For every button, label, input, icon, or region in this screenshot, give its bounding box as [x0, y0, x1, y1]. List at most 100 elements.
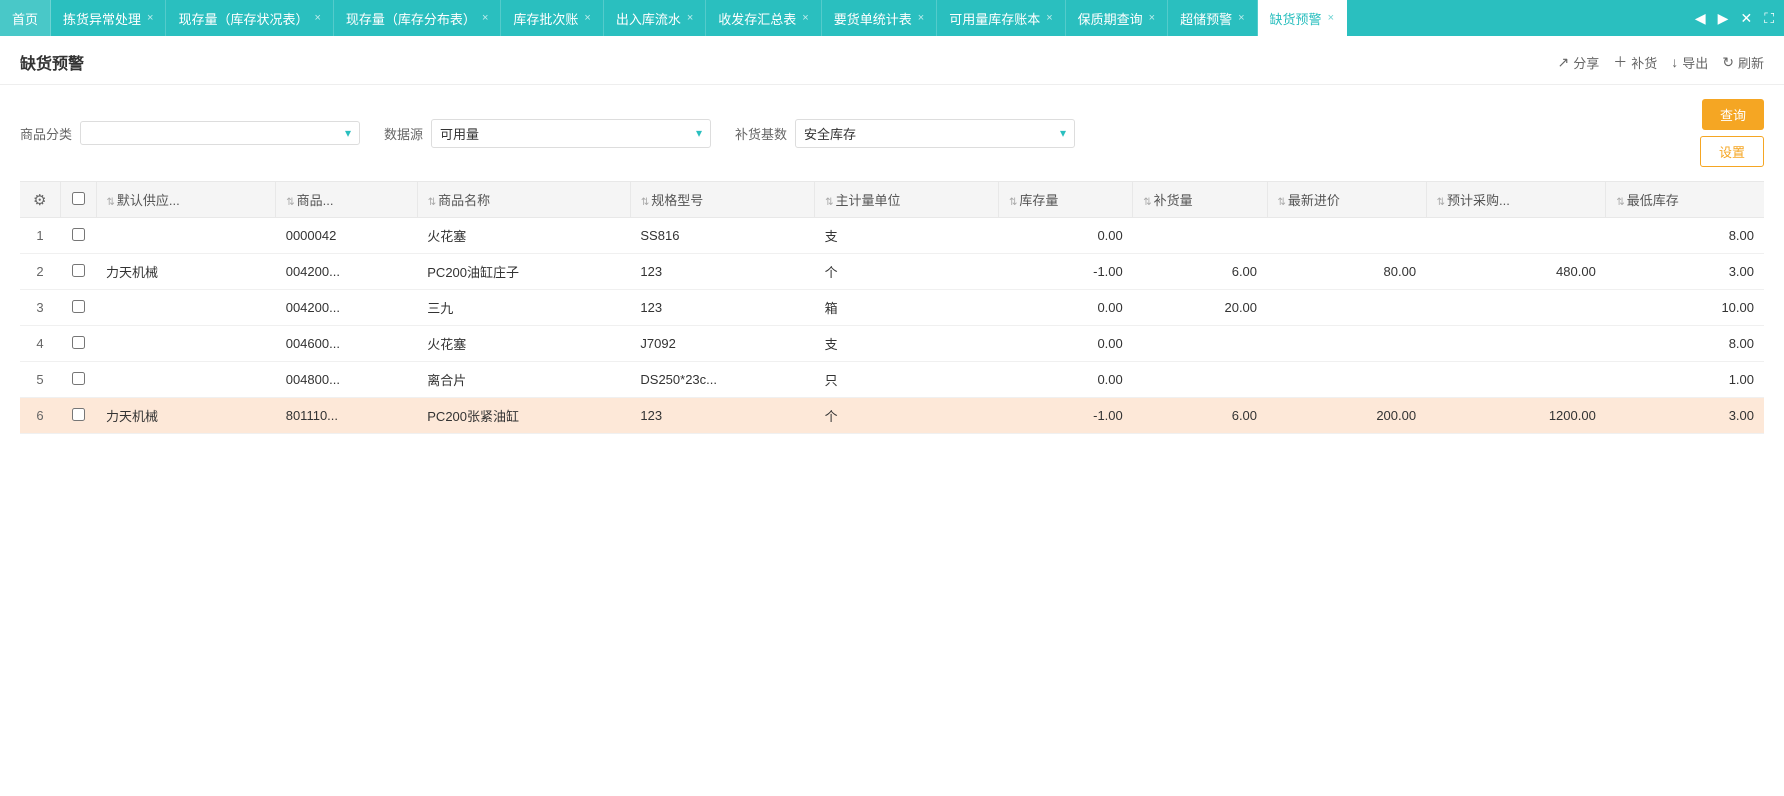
row-supplier-2 — [96, 290, 276, 326]
datasource-select[interactable]: 可用量 ▾ — [431, 119, 711, 148]
row-check-5[interactable] — [60, 398, 96, 434]
nav-tab-close-3[interactable]: × — [482, 12, 488, 24]
row-latest-price-1: 80.00 — [1267, 254, 1426, 290]
nav-tab-11[interactable]: 缺货预警× — [1258, 0, 1347, 36]
row-min-stock-2: 10.00 — [1606, 290, 1764, 326]
nav-tab-close-5[interactable]: × — [687, 12, 693, 24]
restock-select-value: 安全库存 — [804, 124, 856, 143]
query-button[interactable]: 查询 — [1702, 99, 1764, 130]
nav-tab-label-2: 现存量（库存状况表） — [178, 9, 308, 28]
refresh-label: 刷新 — [1738, 53, 1764, 72]
export-action[interactable]: ↓ 导出 — [1671, 53, 1708, 72]
share-action[interactable]: ↗ 分享 — [1557, 53, 1599, 72]
nav-tab-label-0: 首页 — [12, 9, 38, 28]
nav-tab-close-7[interactable]: × — [918, 12, 924, 24]
col-min-stock[interactable]: ⇅最低库存 — [1606, 182, 1764, 218]
nav-tab-1[interactable]: 拣货异常处理× — [51, 0, 166, 36]
restock-action[interactable]: ＋ 补货 — [1613, 52, 1657, 72]
nav-tab-2[interactable]: 现存量（库存状况表） × — [166, 0, 333, 36]
table-row: 2 力天机械 004200... PC200油缸庄子 123 个 -1.00 6… — [20, 254, 1764, 290]
row-estimated-4 — [1426, 362, 1606, 398]
row-unit-5: 个 — [815, 398, 999, 434]
row-spec-1: 123 — [630, 254, 814, 290]
col-supplier[interactable]: ⇅默认供应... — [96, 182, 276, 218]
nav-controls: ◀ ▶ ✕ ⛶ — [1685, 9, 1784, 27]
col-name[interactable]: ⇅商品名称 — [417, 182, 630, 218]
column-settings-btn[interactable]: ⚙ — [33, 191, 46, 209]
row-check-1[interactable] — [60, 254, 96, 290]
nav-close-btn[interactable]: ✕ — [1734, 9, 1758, 27]
row-checkbox-5[interactable] — [72, 408, 85, 421]
row-supplier-0 — [96, 218, 276, 254]
nav-tab-label-5: 出入库流水 — [616, 9, 681, 28]
nav-tab-close-6[interactable]: × — [802, 12, 808, 24]
row-stock-3: 0.00 — [999, 326, 1133, 362]
row-latest-price-0 — [1267, 218, 1426, 254]
restock-icon: ＋ — [1613, 52, 1627, 72]
nav-tab-close-10[interactable]: × — [1238, 12, 1244, 24]
table-row: 1 0000042 火花塞 SS816 支 0.00 8.00 — [20, 218, 1764, 254]
nav-next-btn[interactable]: ▶ — [1712, 9, 1735, 27]
col-check-all[interactable] — [60, 182, 96, 218]
col-latest-price[interactable]: ⇅最新进价 — [1267, 182, 1426, 218]
col-unit[interactable]: ⇅主计量单位 — [815, 182, 999, 218]
nav-tab-9[interactable]: 保质期查询× — [1066, 0, 1168, 36]
select-all-checkbox[interactable] — [72, 192, 85, 205]
row-min-stock-0: 8.00 — [1606, 218, 1764, 254]
datasource-select-value: 可用量 — [440, 124, 479, 143]
nav-prev-btn[interactable]: ◀ — [1689, 9, 1712, 27]
row-stock-4: 0.00 — [999, 362, 1133, 398]
row-checkbox-4[interactable] — [72, 372, 85, 385]
datasource-filter-label: 数据源 — [384, 124, 423, 143]
row-checkbox-0[interactable] — [72, 228, 85, 241]
nav-fullscreen-btn[interactable]: ⛶ — [1758, 9, 1780, 27]
row-checkbox-1[interactable] — [72, 264, 85, 277]
export-icon: ↓ — [1671, 54, 1678, 70]
row-spec-3: J7092 — [630, 326, 814, 362]
nav-tab-close-9[interactable]: × — [1149, 12, 1155, 24]
nav-tab-close-2[interactable]: × — [314, 12, 320, 24]
nav-tab-10[interactable]: 超储预警× — [1168, 0, 1257, 36]
nav-tab-close-4[interactable]: × — [584, 12, 590, 24]
nav-tab-6[interactable]: 收发存汇总表× — [706, 0, 821, 36]
nav-tab-close-8[interactable]: × — [1046, 12, 1052, 24]
col-spec[interactable]: ⇅规格型号 — [630, 182, 814, 218]
data-table: ⚙ ⇅默认供应... ⇅商品... ⇅商品名称 ⇅规格型号 ⇅主计量单位 ⇅库存… — [20, 181, 1764, 434]
row-unit-3: 支 — [815, 326, 999, 362]
category-select[interactable]: ▾ — [80, 121, 360, 145]
col-restock[interactable]: ⇅补货量 — [1133, 182, 1267, 218]
restock-select[interactable]: 安全库存 ▾ — [795, 119, 1075, 148]
col-estimated[interactable]: ⇅预计采购... — [1426, 182, 1606, 218]
nav-tab-7[interactable]: 要货单统计表× — [822, 0, 937, 36]
nav-tab-5[interactable]: 出入库流水 × — [604, 0, 706, 36]
row-supplier-5: 力天机械 — [96, 398, 276, 434]
nav-tab-close-11[interactable]: × — [1328, 12, 1334, 24]
row-latest-price-4 — [1267, 362, 1426, 398]
row-unit-1: 个 — [815, 254, 999, 290]
col-stock[interactable]: ⇅库存量 — [999, 182, 1133, 218]
row-code-1: 004200... — [276, 254, 418, 290]
col-code[interactable]: ⇅商品... — [276, 182, 418, 218]
nav-tab-close-1[interactable]: × — [147, 12, 153, 24]
row-checkbox-2[interactable] — [72, 300, 85, 313]
row-check-0[interactable] — [60, 218, 96, 254]
row-num-1: 2 — [20, 254, 60, 290]
row-estimated-1: 480.00 — [1426, 254, 1606, 290]
nav-tab-0[interactable]: 首页 — [0, 0, 51, 36]
row-check-3[interactable] — [60, 326, 96, 362]
refresh-action[interactable]: ↻ 刷新 — [1722, 53, 1764, 72]
row-supplier-3 — [96, 326, 276, 362]
row-spec-0: SS816 — [630, 218, 814, 254]
row-check-2[interactable] — [60, 290, 96, 326]
row-check-4[interactable] — [60, 362, 96, 398]
row-unit-0: 支 — [815, 218, 999, 254]
row-min-stock-1: 3.00 — [1606, 254, 1764, 290]
nav-tab-4[interactable]: 库存批次账× — [501, 0, 603, 36]
nav-tab-8[interactable]: 可用量库存账本× — [937, 0, 1065, 36]
settings-button[interactable]: 设置 — [1700, 136, 1764, 167]
row-code-5: 801110... — [276, 398, 418, 434]
nav-tab-3[interactable]: 现存量（库存分布表）× — [334, 0, 501, 36]
row-stock-1: -1.00 — [999, 254, 1133, 290]
row-checkbox-3[interactable] — [72, 336, 85, 349]
row-estimated-0 — [1426, 218, 1606, 254]
